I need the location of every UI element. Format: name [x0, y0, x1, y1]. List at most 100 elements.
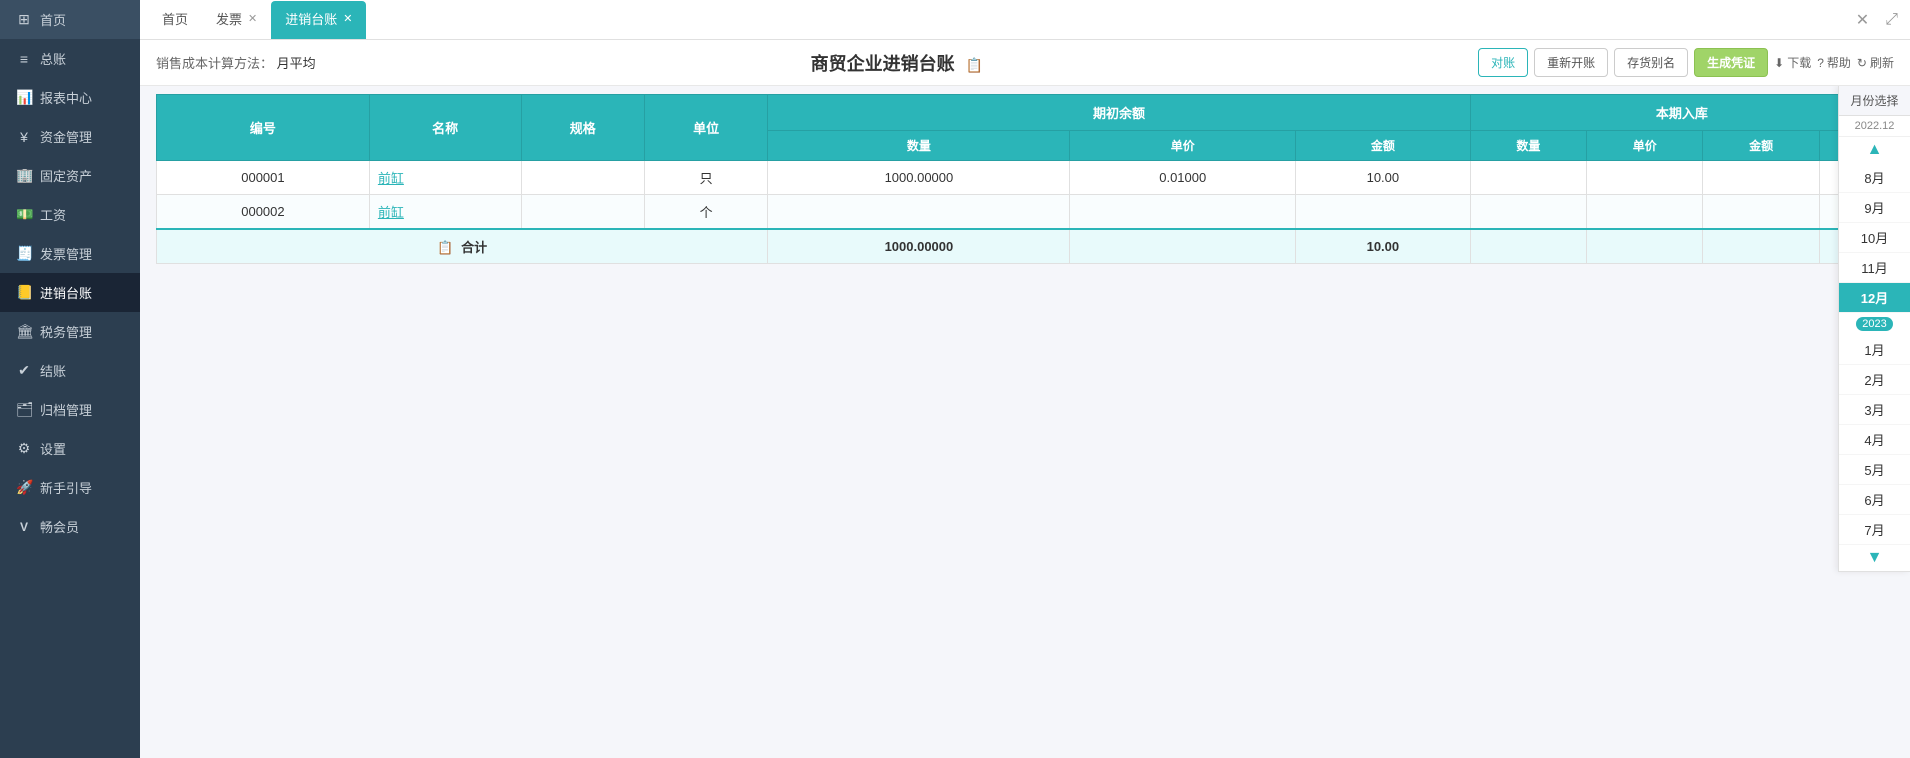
year-2022-label: 2022.12 [1839, 116, 1910, 137]
tab-invoice-close[interactable]: ✕ [248, 12, 257, 25]
sidebar-item-purchase-ledger[interactable]: 📒 进销台账 [0, 273, 140, 312]
guide-icon: 🚀 [16, 479, 32, 496]
row2-qichu-amount [1296, 195, 1471, 230]
invoice-icon: 🧾 [16, 245, 32, 262]
sidebar-label-fixed-assets: 固定资产 [40, 166, 92, 185]
month-1[interactable]: 1月 [1839, 335, 1910, 365]
sidebar-item-close-account[interactable]: ✔ 结账 [0, 351, 140, 390]
cost-method-value: 月平均 [277, 56, 316, 71]
row1-id: 000001 [157, 161, 370, 195]
close-account-icon: ✔ [16, 362, 32, 379]
row2-spec [521, 195, 644, 230]
save-alias-button[interactable]: 存货别名 [1614, 48, 1688, 77]
row1-spec [521, 161, 644, 195]
month-12[interactable]: 12月 [1839, 283, 1910, 313]
total-icon: 📋 [437, 240, 453, 255]
tab-home[interactable]: 首页 [148, 1, 202, 39]
sidebar-label-settings: 设置 [40, 439, 66, 458]
year-2023-badge: 2023 [1839, 313, 1910, 335]
sidebar-item-fixed-assets[interactable]: 🏢 固定资产 [0, 156, 140, 195]
row1-qichu-price: 0.01000 [1070, 161, 1296, 195]
tab-purchase-ledger-label: 进销台账 [285, 9, 337, 28]
vip-icon: V [16, 520, 32, 534]
reopen-button[interactable]: 重新开账 [1534, 48, 1608, 77]
month-5[interactable]: 5月 [1839, 455, 1910, 485]
col-group-ruku: 本期入库 [1470, 95, 1893, 131]
month-nav-down[interactable]: ▼ [1839, 545, 1910, 571]
month-2[interactable]: 2月 [1839, 365, 1910, 395]
total-qichu-price [1070, 229, 1296, 264]
tab-invoice[interactable]: 发票 ✕ [202, 1, 271, 39]
row2-qichu-qty [768, 195, 1070, 230]
help-label: 帮助 [1827, 54, 1851, 71]
sub-qichu-amount: 金额 [1296, 131, 1471, 161]
tab-purchase-ledger-close[interactable]: ✕ [343, 12, 352, 25]
total-qichu-amount: 10.00 [1296, 229, 1471, 264]
sub-qichu-qty: 数量 [768, 131, 1070, 161]
window-maximize-button[interactable]: ⤢ [1881, 7, 1902, 33]
ledger-icon: ≡ [16, 51, 32, 67]
generate-voucher-button[interactable]: 生成凭证 [1694, 48, 1768, 77]
sidebar-item-vip[interactable]: V 畅会员 [0, 507, 140, 546]
sidebar-label-funds: 资金管理 [40, 127, 92, 146]
tab-purchase-ledger[interactable]: 进销台账 ✕ [271, 1, 366, 39]
duizhang-button[interactable]: 对账 [1478, 48, 1528, 77]
sidebar-item-home[interactable]: ⊞ 首页 [0, 0, 140, 39]
row1-qichu-qty: 1000.00000 [768, 161, 1070, 195]
row2-name: 前缸 [369, 195, 521, 230]
page-title-icon: 📋 [966, 57, 983, 73]
month-nav-up[interactable]: ▲ [1839, 137, 1910, 163]
sidebar-item-funds[interactable]: ¥ 资金管理 [0, 117, 140, 156]
total-qichu-qty: 1000.00000 [768, 229, 1070, 264]
funds-icon: ¥ [16, 129, 32, 145]
month-panel: 月份选择 2022.12 ▲ 8月 9月 10月 11月 12月 2023 1月… [1838, 86, 1910, 572]
table-wrap: 编号 名称 规格 单位 期初余额 本期入库 数量 单价 金额 数量 单价 金额 [140, 86, 1910, 758]
refresh-label: 刷新 [1870, 54, 1894, 71]
month-panel-title: 月份选择 [1839, 86, 1910, 116]
payroll-icon: 💵 [16, 206, 32, 223]
col-unit: 单位 [644, 95, 767, 161]
month-3[interactable]: 3月 [1839, 395, 1910, 425]
month-11[interactable]: 11月 [1839, 253, 1910, 283]
sidebar-item-archive[interactable]: 🗂 归档管理 [0, 390, 140, 429]
download-label: 下载 [1787, 54, 1811, 71]
page-title: 商贸企业进销台账 [811, 54, 955, 74]
row2-unit: 个 [644, 195, 767, 230]
table-row: 000002 前缸 个 [157, 195, 1894, 230]
sidebar-label-general-ledger: 总账 [40, 49, 66, 68]
row1-ruku-qty [1470, 161, 1586, 195]
month-7[interactable]: 7月 [1839, 515, 1910, 545]
month-9[interactable]: 9月 [1839, 193, 1910, 223]
sidebar-label-home: 首页 [40, 10, 66, 29]
col-name: 名称 [369, 95, 521, 161]
sub-qichu-price: 单价 [1070, 131, 1296, 161]
refresh-button[interactable]: ↻ 刷新 [1857, 54, 1894, 71]
sidebar-item-settings[interactable]: ⚙ 设置 [0, 429, 140, 468]
table-total-row: 📋 合计 1000.00000 10.00 [157, 229, 1894, 264]
fixed-assets-icon: 🏢 [16, 167, 32, 184]
month-4[interactable]: 4月 [1839, 425, 1910, 455]
window-close-button[interactable]: ✕ [1852, 6, 1873, 34]
total-text: 合计 [461, 240, 487, 255]
month-8[interactable]: 8月 [1839, 163, 1910, 193]
sidebar-item-payroll[interactable]: 💵 工资 [0, 195, 140, 234]
sub-ruku-amount: 金额 [1703, 131, 1819, 161]
sidebar-item-tax[interactable]: 🏛 税务管理 [0, 312, 140, 351]
sidebar-item-invoice-mgmt[interactable]: 🧾 发票管理 [0, 234, 140, 273]
col-id: 编号 [157, 95, 370, 161]
help-button[interactable]: ? 帮助 [1817, 54, 1851, 71]
row2-ruku-price [1587, 195, 1703, 230]
row2-ruku-amount [1703, 195, 1819, 230]
download-button[interactable]: ⬇ 下载 [1774, 54, 1811, 71]
month-10[interactable]: 10月 [1839, 223, 1910, 253]
sidebar-item-reports[interactable]: 📊 报表中心 [0, 78, 140, 117]
month-6[interactable]: 6月 [1839, 485, 1910, 515]
sub-ruku-price: 单价 [1587, 131, 1703, 161]
sidebar-label-payroll: 工资 [40, 205, 66, 224]
row1-name: 前缸 [369, 161, 521, 195]
total-ruku-qty [1470, 229, 1586, 264]
sidebar-label-tax: 税务管理 [40, 322, 92, 341]
col-spec: 规格 [521, 95, 644, 161]
sidebar-item-general-ledger[interactable]: ≡ 总账 [0, 39, 140, 78]
sidebar-item-guide[interactable]: 🚀 新手引导 [0, 468, 140, 507]
